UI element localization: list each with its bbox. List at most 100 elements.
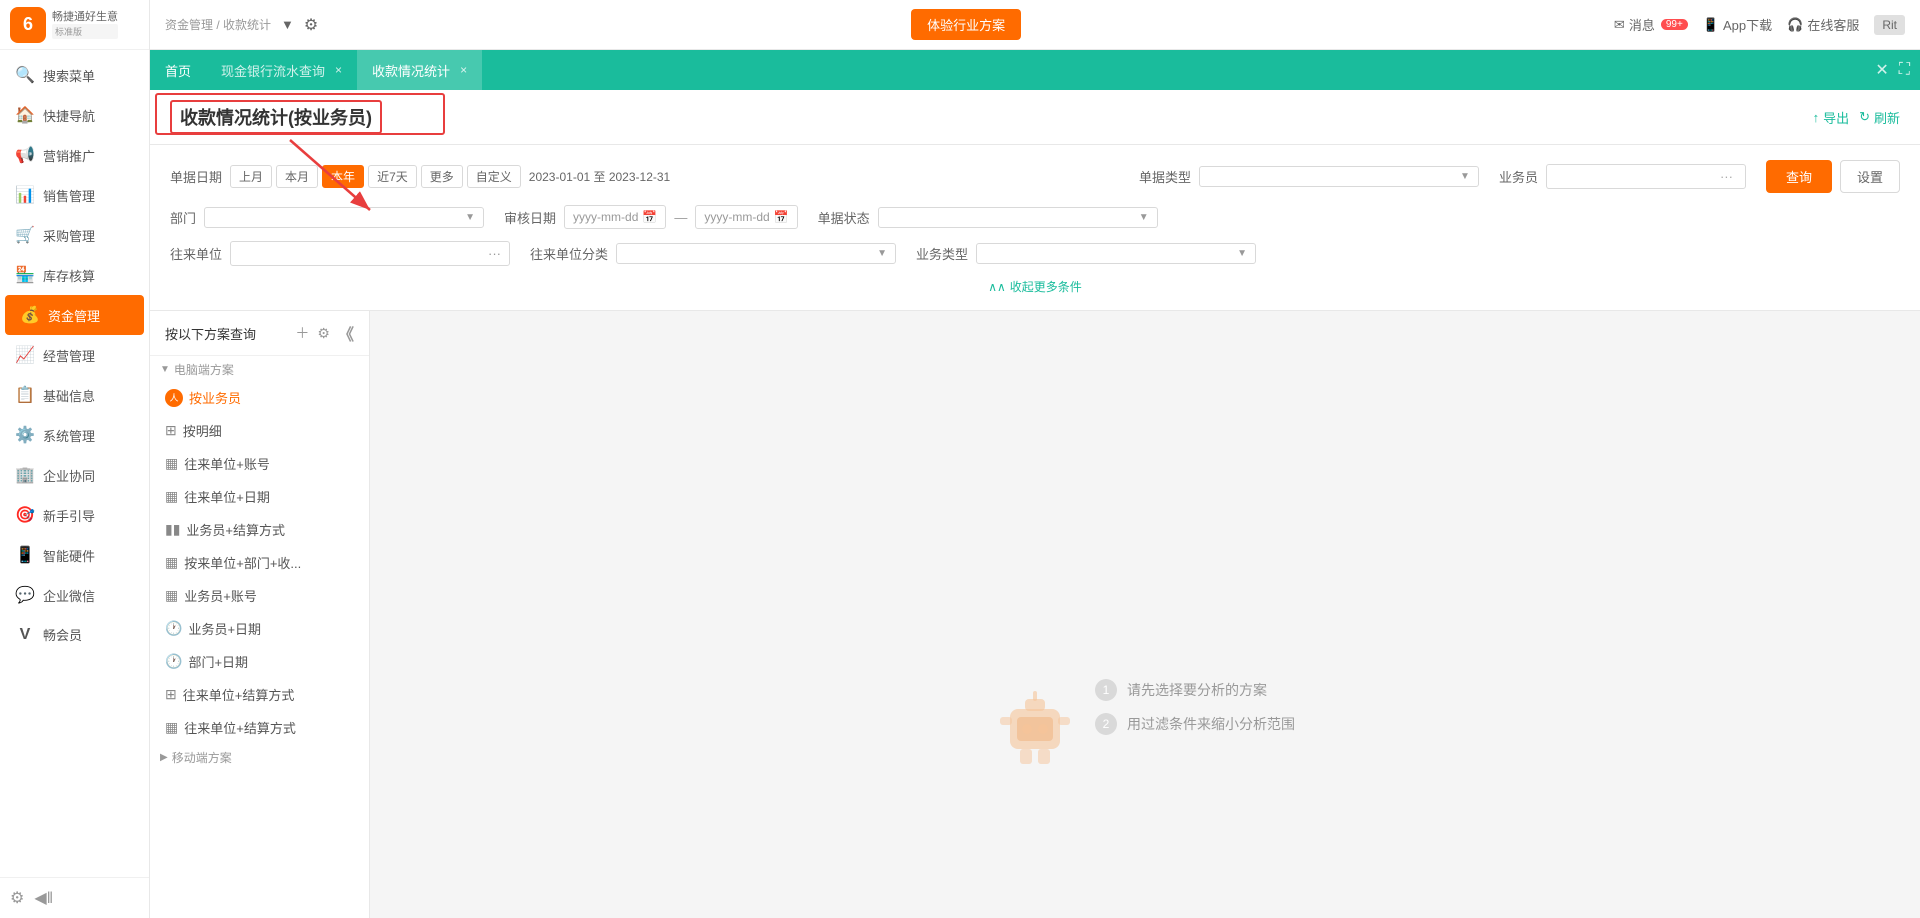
settings-bottom-icon[interactable]: ⚙ [10, 888, 24, 908]
dept-filter: 部门 ▼ [170, 207, 484, 228]
app-download-btn[interactable]: 📱 App下载 [1703, 15, 1772, 34]
collapse-filter-btn[interactable]: ∧∧ 收起更多条件 [988, 278, 1082, 295]
dept-label: 部门 [170, 208, 196, 227]
audit-date-end[interactable]: yyyy-mm-dd 📅 [695, 205, 797, 229]
dropdown-arrow-icon: ▼ [281, 17, 294, 32]
sidebar-item-member[interactable]: V 畅会员 [0, 615, 149, 654]
scheme-salesperson-account[interactable]: ▦ 业务员+账号 [150, 579, 369, 612]
filter-settings-button[interactable]: 设置 [1840, 160, 1900, 193]
salesperson-date-icon: 🕐 [165, 620, 182, 637]
sidebar-item-system[interactable]: ⚙️ 系统管理 [0, 415, 149, 455]
scheme-salesperson-date[interactable]: 🕐 业务员+日期 [150, 612, 369, 645]
docstatus-dropdown-arrow: ▼ [1139, 212, 1149, 223]
sidebar-item-enterprise[interactable]: 🏢 企业协同 [0, 455, 149, 495]
tab-close-all-icon[interactable]: ✕ [1875, 60, 1888, 80]
doctype-dropdown-arrow: ▼ [1460, 171, 1470, 182]
collapse-sidebar-icon[interactable]: ◀‖ [34, 888, 53, 908]
tab-bank[interactable]: 现金银行流水查询 × [206, 50, 357, 90]
scheme-panel: 按以下方案查询 ＋ ⚙ 《 ▼ 电脑端方案 人 按业务员 ⊞ 按明细 ▦ [150, 311, 370, 918]
audit-date-start[interactable]: yyyy-mm-dd 📅 [564, 205, 666, 229]
doctype-select[interactable]: ▼ [1199, 166, 1479, 187]
salesperson-select[interactable]: ··· [1546, 164, 1746, 189]
sidebar-item-search[interactable]: 🔍 搜索菜单 [0, 55, 149, 95]
docstatus-filter: 单据状态 ▼ [818, 207, 1158, 228]
partner-select[interactable]: ··· [230, 241, 510, 266]
scheme-partner-settle1[interactable]: ⊞ 往来单位+结算方式 [150, 678, 369, 711]
sidebar-item-purchase[interactable]: 🛒 采购管理 [0, 215, 149, 255]
mobile-group-arrow: ▶ [160, 752, 168, 763]
sidebar-label-system: 系统管理 [43, 426, 95, 445]
tab-bank-close[interactable]: × [335, 63, 342, 77]
date-btn-thismonth[interactable]: 本月 [276, 165, 318, 188]
tab-expand-icon[interactable]: ⛶ [1899, 61, 1910, 79]
sidebar-label-search: 搜索菜单 [43, 66, 95, 85]
sidebar-item-guide[interactable]: 🎯 新手引导 [0, 495, 149, 535]
dept-date-icon: 🕐 [165, 653, 182, 670]
page-title: 收款情况统计(按业务员) [170, 100, 382, 134]
sidebar-item-operations[interactable]: 📈 经营管理 [0, 335, 149, 375]
user-avatar[interactable]: Rit [1874, 15, 1905, 35]
sidebar-item-finance[interactable]: 💰 资金管理 [5, 295, 144, 335]
add-scheme-icon[interactable]: ＋ [295, 323, 309, 343]
tab-home[interactable]: 首页 [150, 50, 206, 90]
date-btn-more[interactable]: 更多 [421, 165, 463, 188]
biztype-select[interactable]: ▼ [976, 243, 1256, 264]
sidebar-item-inventory[interactable]: 🏪 库存核算 [0, 255, 149, 295]
logo-badge: 标准版 [52, 24, 118, 39]
tab-receipt[interactable]: 收款情况统计 × [357, 50, 482, 90]
sidebar-item-quicknav[interactable]: 🏠 快捷导航 [0, 95, 149, 135]
scheme-by-partner-dept[interactable]: ▦ 按来单位+部门+收... [150, 546, 369, 579]
refresh-button[interactable]: ↻ 刷新 [1859, 108, 1900, 127]
trial-button[interactable]: 体验行业方案 [911, 9, 1021, 40]
date-btn-lastmonth[interactable]: 上月 [230, 165, 272, 188]
sidebar-item-marketing[interactable]: 📢 营销推广 [0, 135, 149, 175]
partner-category-select[interactable]: ▼ [616, 243, 896, 264]
salesperson-dots: ··· [1720, 169, 1733, 184]
scheme-by-detail[interactable]: ⊞ 按明细 [150, 414, 369, 447]
scheme-partner-account[interactable]: ▦ 往来单位+账号 [150, 447, 369, 480]
sidebar-item-sales[interactable]: 📊 销售管理 [0, 175, 149, 215]
tab-receipt-close[interactable]: × [460, 63, 467, 77]
partner-dots[interactable]: ··· [488, 246, 501, 261]
purchase-icon: 🛒 [15, 225, 35, 245]
inventory-icon: 🏪 [15, 265, 35, 285]
salesperson-account-icon: ▦ [165, 587, 178, 604]
scheme-salesperson-settle[interactable]: ▮▮ 业务员+结算方式 [150, 513, 369, 546]
scheme-dept-date[interactable]: 🕐 部门+日期 [150, 645, 369, 678]
pc-group-label[interactable]: ▼ 电脑端方案 [150, 356, 369, 381]
messages-btn[interactable]: ✉ 消息 99+ [1614, 15, 1688, 34]
sidebar-item-basic[interactable]: 📋 基础信息 [0, 375, 149, 415]
sidebar-label-marketing: 营销推广 [43, 146, 95, 165]
mobile-group-label[interactable]: ▶ 移动端方案 [150, 744, 369, 769]
pc-group-arrow: ▼ [160, 364, 170, 375]
header-settings-icon[interactable]: ⚙ [304, 15, 318, 35]
scheme-partner-date[interactable]: ▦ 往来单位+日期 [150, 480, 369, 513]
dept-select[interactable]: ▼ [204, 207, 484, 228]
query-button[interactable]: 查询 [1766, 160, 1832, 193]
settings-scheme-icon[interactable]: ⚙ [317, 325, 330, 342]
partner-account-icon: ▦ [165, 455, 178, 472]
scheme-by-salesperson[interactable]: 人 按业务员 [150, 381, 369, 414]
collapse-scheme-icon[interactable]: 《 [338, 321, 354, 345]
header-dropdown[interactable]: ▼ [281, 17, 294, 32]
partner-settle2-icon: ▦ [165, 719, 178, 736]
enterprise-icon: 🏢 [15, 465, 35, 485]
tab-bar: 首页 现金银行流水查询 × 收款情况统计 × ✕ ⛶ [150, 50, 1920, 90]
partner-category-filter: 往来单位分类 ▼ [530, 243, 896, 264]
sidebar-item-wechat[interactable]: 💬 企业微信 [0, 575, 149, 615]
date-btn-custom[interactable]: 自定义 [467, 165, 521, 188]
online-service-btn[interactable]: 🎧 在线客服 [1787, 15, 1859, 34]
salesperson-filter: 业务员 ··· [1499, 164, 1746, 189]
calendar-icon: 📅 [642, 210, 657, 224]
date-btn-7days[interactable]: 近7天 [368, 165, 417, 188]
scheme-partner-settle2[interactable]: ▦ 往来单位+结算方式 [150, 711, 369, 744]
docstatus-select[interactable]: ▼ [878, 207, 1158, 228]
salesperson-settle-icon: ▮▮ [165, 521, 180, 538]
sidebar-label-operations: 经营管理 [43, 346, 95, 365]
sidebar-nav: 🔍 搜索菜单 🏠 快捷导航 📢 营销推广 📊 销售管理 🛒 采购管理 🏪 库存核… [0, 50, 149, 877]
export-button[interactable]: ↑ 导出 [1813, 108, 1850, 127]
content-wrapper: 按以下方案查询 ＋ ⚙ 《 ▼ 电脑端方案 人 按业务员 ⊞ 按明细 ▦ [150, 311, 1920, 918]
sidebar-item-hardware[interactable]: 📱 智能硬件 [0, 535, 149, 575]
date-btn-thisyear[interactable]: 本年 [322, 165, 364, 188]
biztype-filter: 业务类型 ▼ [916, 243, 1256, 264]
